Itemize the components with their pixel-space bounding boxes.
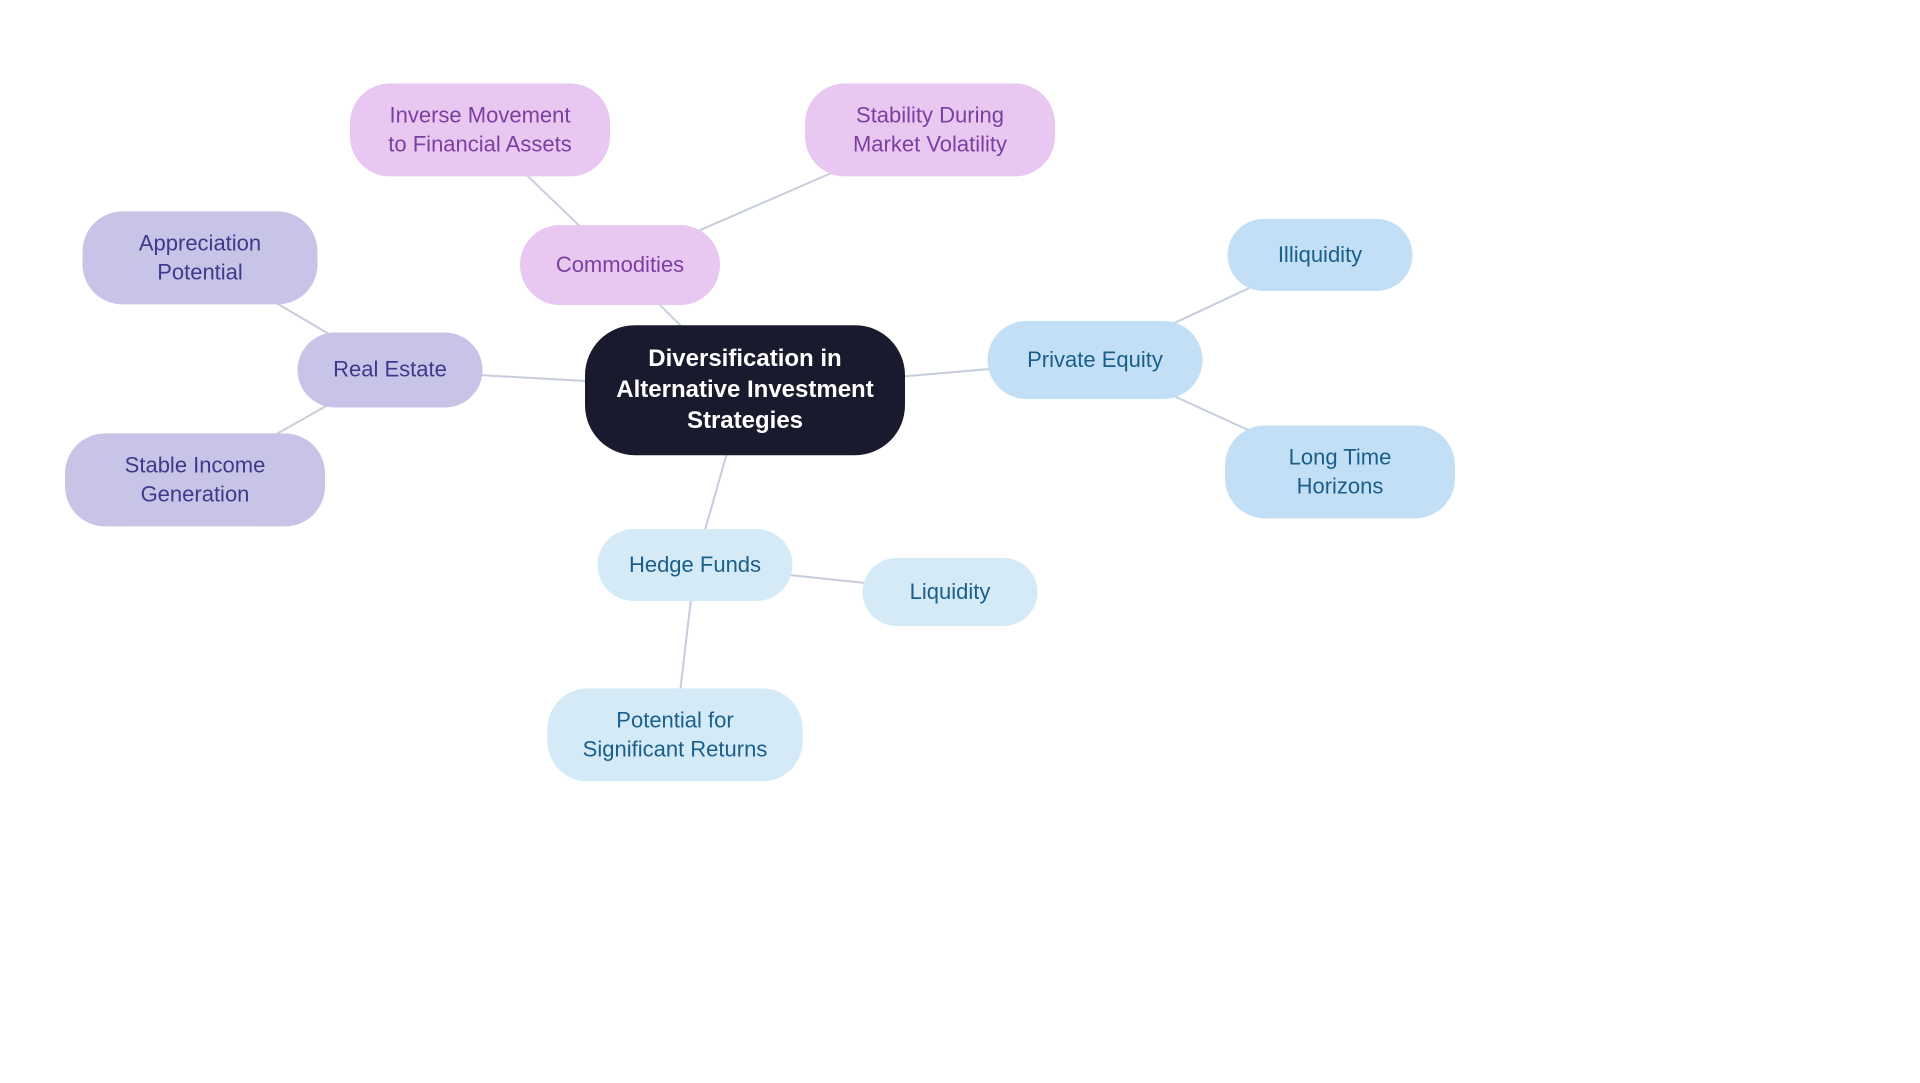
commodities-node: Commodities (520, 225, 720, 305)
potential-returns-node: Potential for Significant Returns (548, 688, 803, 781)
illiquidity-node: Illiquidity (1228, 219, 1413, 291)
stability-node: Stability During Market Volatility (805, 83, 1055, 176)
hedge-funds-node: Hedge Funds (598, 529, 793, 601)
real-estate-node: Real Estate (298, 333, 483, 408)
private-equity-node: Private Equity (988, 321, 1203, 399)
liquidity-node: Liquidity (863, 558, 1038, 626)
inverse-movement-node: Inverse Movement to Financial Assets (350, 83, 610, 176)
long-time-horizons-node: Long Time Horizons (1225, 425, 1455, 518)
appreciation-node: Appreciation Potential (83, 211, 318, 304)
center-node: Diversification in Alternative Investmen… (585, 325, 905, 455)
stable-income-node: Stable Income Generation (65, 433, 325, 526)
